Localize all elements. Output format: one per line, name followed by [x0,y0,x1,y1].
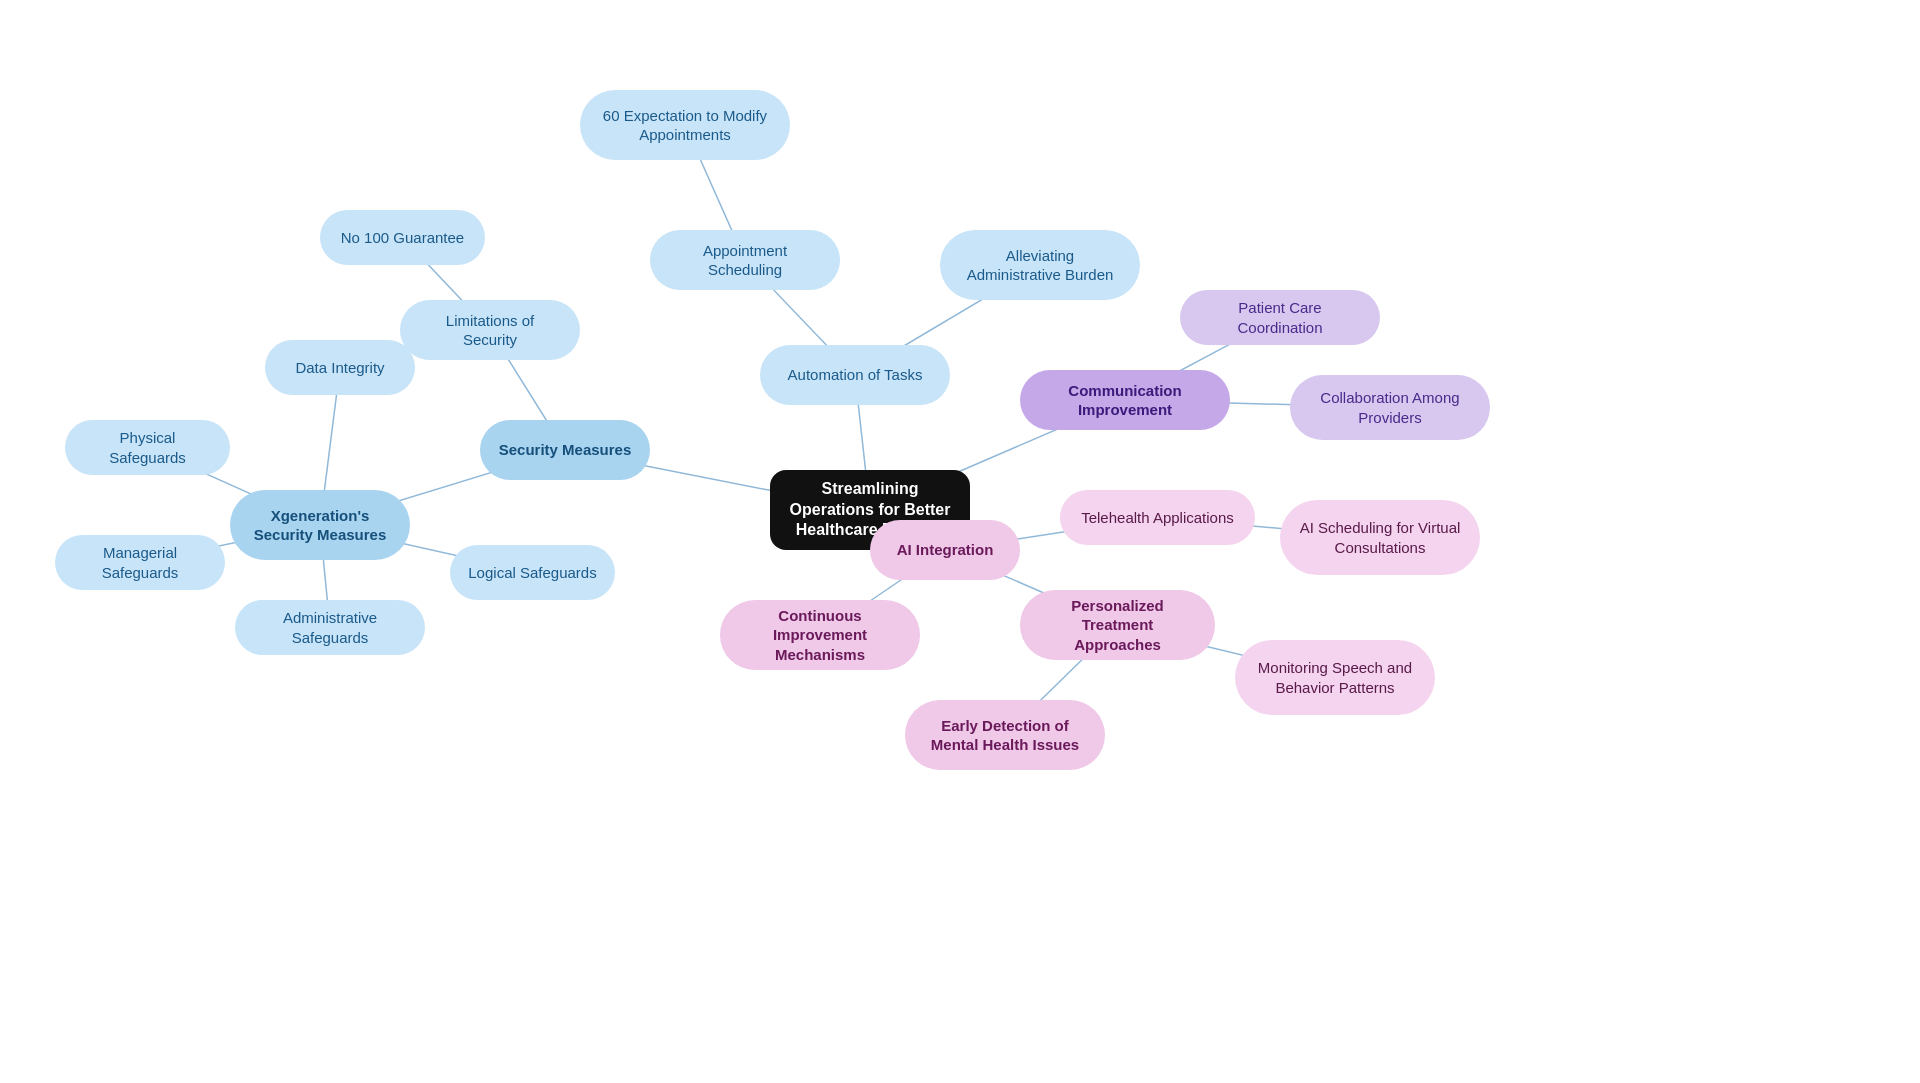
mindmap-container: Streamlining Operations for Better Healt… [0,0,1920,1083]
node-expect_modify: 60 Expectation to Modify Appointments [580,90,790,160]
node-automation: Automation of Tasks [760,345,950,405]
node-logical_safe: Logical Safeguards [450,545,615,600]
node-monitoring: Monitoring Speech and Behavior Patterns [1235,640,1435,715]
node-continuous: Continuous Improvement Mechanisms [720,600,920,670]
node-telehealth: Telehealth Applications [1060,490,1255,545]
node-early_detect: Early Detection of Mental Health Issues [905,700,1105,770]
node-patient_care: Patient Care Coordination [1180,290,1380,345]
node-security_measures: Security Measures [480,420,650,480]
node-alleviate: Alleviating Administrative Burden [940,230,1140,300]
node-ai_integration: AI Integration [870,520,1020,580]
node-ai_scheduling: AI Scheduling for Virtual Consultations [1280,500,1480,575]
node-no100: No 100 Guarantee [320,210,485,265]
node-admin_safe: Administrative Safeguards [235,600,425,655]
node-collab: Collaboration Among Providers [1290,375,1490,440]
node-personalized: Personalized Treatment Approaches [1020,590,1215,660]
node-data_integrity: Data Integrity [265,340,415,395]
node-physical_safe: Physical Safeguards [65,420,230,475]
node-limitations: Limitations of Security [400,300,580,360]
node-appt_sched: Appointment Scheduling [650,230,840,290]
node-comm_improve: Communication Improvement [1020,370,1230,430]
node-managerial_safe: Managerial Safeguards [55,535,225,590]
node-xgen_security: Xgeneration's Security Measures [230,490,410,560]
